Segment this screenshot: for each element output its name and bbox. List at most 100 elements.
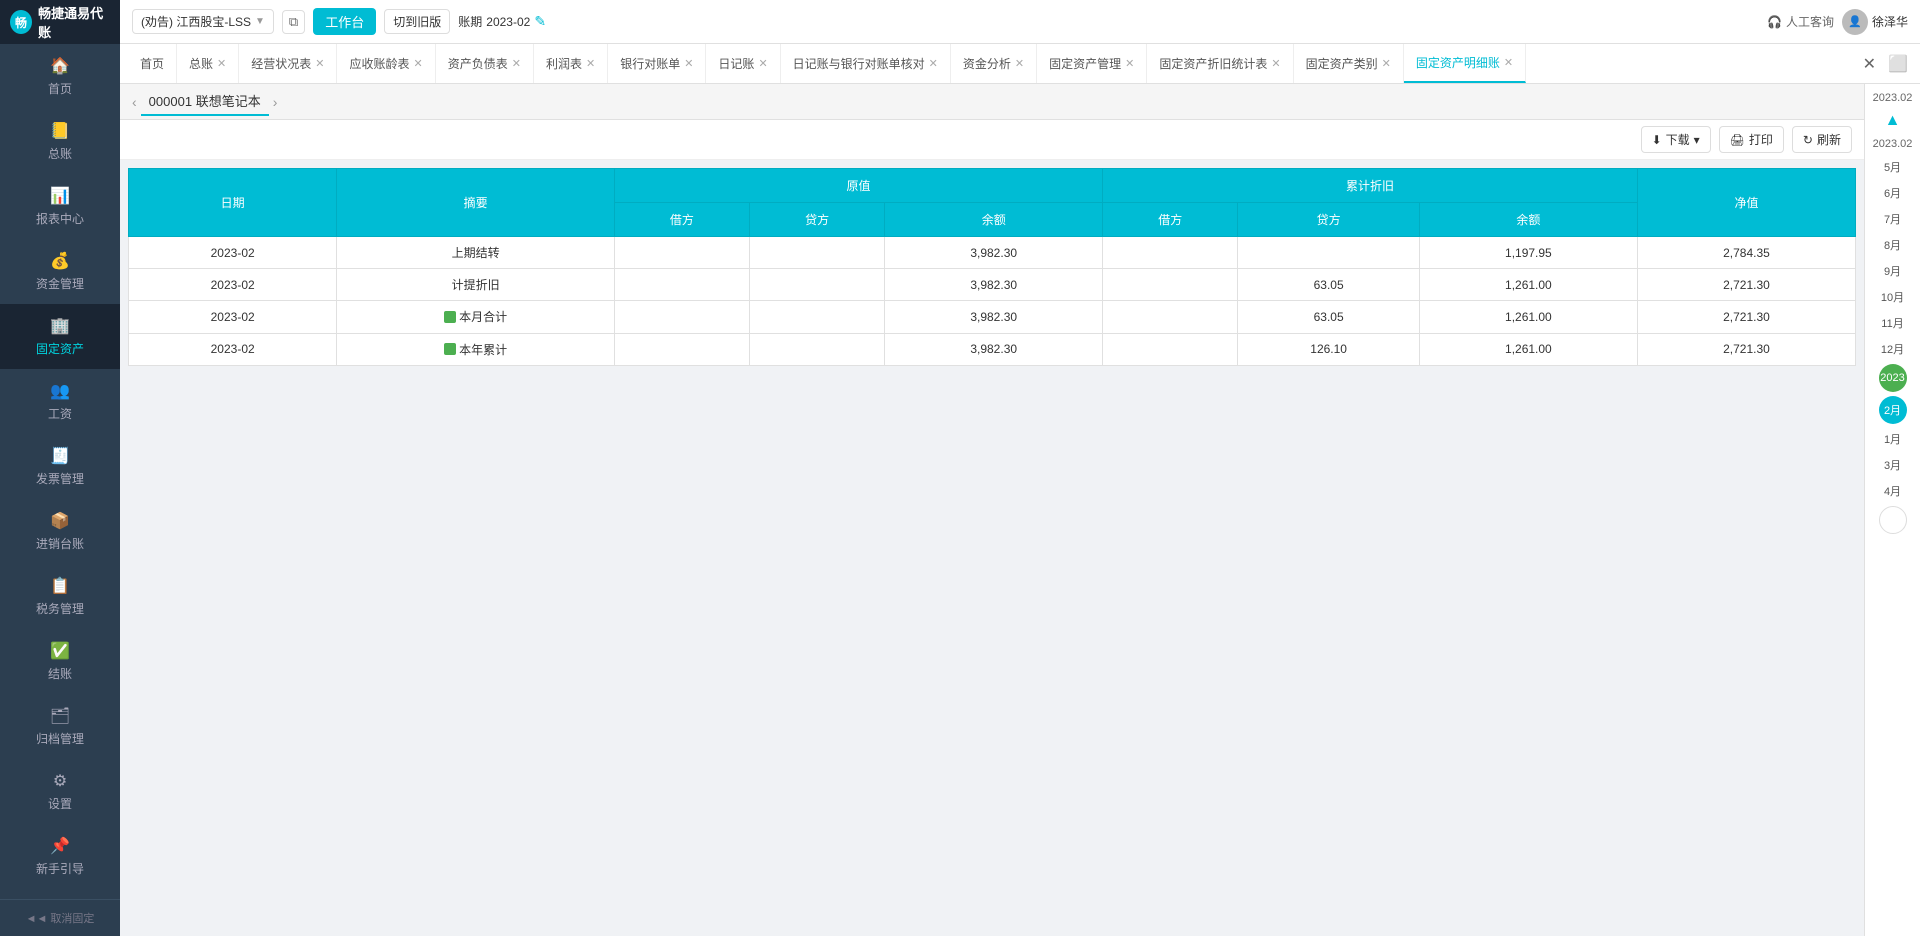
- cell-accum-credit: 63.05: [1238, 269, 1419, 301]
- company-selector[interactable]: (劝告) 江西股宝-LSS ▼: [132, 9, 274, 34]
- cell-orig-debit: [614, 301, 749, 334]
- sidebar-item-purchase-sale[interactable]: 📦 进销台账: [0, 499, 120, 564]
- ledger-icon: 📒: [50, 121, 70, 141]
- funds-icon: 💰: [50, 251, 70, 271]
- sidebar-item-reports[interactable]: 📊 报表中心: [0, 174, 120, 239]
- sidebar-label-fixed-assets: 固定资产: [36, 340, 84, 357]
- table-row[interactable]: 2023-02 计提折旧 3,982.30 63.05 1,261.00 2,7…: [129, 269, 1856, 301]
- timeline-month[interactable]: 11月: [1877, 310, 1908, 336]
- tab-bank-check-close[interactable]: ✕: [929, 57, 938, 70]
- tab-bank-statement-label: 银行对账单: [620, 55, 680, 72]
- tab-asset-detail[interactable]: 固定资产明细账 ✕: [1404, 44, 1526, 83]
- sidebar-item-ledger[interactable]: 📒 总账: [0, 109, 120, 174]
- timeline-active-month[interactable]: 2月: [1879, 396, 1907, 424]
- sidebar-unpin[interactable]: ◄◄ 取消固定: [0, 899, 120, 936]
- tab-depreciation-stats[interactable]: 固定资产折旧统计表 ✕: [1147, 44, 1293, 83]
- workspace-button[interactable]: 工作台: [313, 8, 376, 35]
- tab-receivable-close[interactable]: ✕: [414, 57, 423, 70]
- company-dropdown-icon: ▼: [255, 16, 265, 27]
- sidebar-label-payroll: 工资: [48, 405, 72, 422]
- download-button[interactable]: ⬇ 下载 ▾: [1641, 126, 1711, 153]
- sidebar-item-home[interactable]: 🏠 首页: [0, 44, 120, 109]
- tab-fixed-mgmt-close[interactable]: ✕: [1125, 57, 1134, 70]
- cell-net-value: 2,784.35: [1637, 237, 1855, 269]
- tab-bank-check[interactable]: 日记账与银行对账单核对 ✕: [781, 44, 951, 83]
- invoice-icon: 🧾: [50, 446, 70, 466]
- cell-orig-credit: [750, 237, 885, 269]
- timeline-month[interactable]: 5月: [1877, 154, 1908, 180]
- sidebar-label-settlement: 结账: [48, 665, 72, 682]
- cell-orig-debit: [614, 237, 749, 269]
- refresh-icon: ↻: [1803, 133, 1813, 147]
- timeline-month[interactable]: 7月: [1877, 206, 1908, 232]
- sidebar-item-payroll[interactable]: 👥 工资: [0, 369, 120, 434]
- tab-operations-close[interactable]: ✕: [315, 57, 324, 70]
- sidebar-item-fixed-assets[interactable]: 🏢 固定资产: [0, 304, 120, 369]
- tab-close-all[interactable]: ✕: [1859, 50, 1880, 78]
- support-button[interactable]: 🎧 人工客询: [1767, 13, 1834, 30]
- timeline-empty[interactable]: [1879, 506, 1907, 534]
- tab-profit[interactable]: 利润表 ✕: [534, 44, 608, 83]
- timeline-month[interactable]: 9月: [1877, 258, 1908, 284]
- subnav-asset-item[interactable]: 000001 联想笔记本: [141, 87, 269, 116]
- sidebar-item-funds[interactable]: 💰 资金管理: [0, 239, 120, 304]
- cell-accum-debit: [1103, 269, 1238, 301]
- table-row[interactable]: 2023-02 本月合计 3,982.30 63.05 1,261.00 2,7…: [129, 301, 1856, 334]
- cell-accum-balance: 1,261.00: [1419, 301, 1637, 334]
- tab-journal-label: 日记账: [718, 55, 754, 72]
- timeline-month[interactable]: 6月: [1877, 180, 1908, 206]
- subnav-forward-arrow[interactable]: ›: [273, 94, 278, 110]
- tab-asset-category-close[interactable]: ✕: [1382, 57, 1391, 70]
- tab-balance[interactable]: 资产负债表 ✕: [436, 44, 534, 83]
- sidebar-item-guide[interactable]: 📌 新手引导: [0, 824, 120, 889]
- tab-journal[interactable]: 日记账 ✕: [706, 44, 780, 83]
- sidebar-label-funds: 资金管理: [36, 275, 84, 292]
- tab-journal-close[interactable]: ✕: [758, 57, 767, 70]
- tab-receivable[interactable]: 应收账龄表 ✕: [337, 44, 435, 83]
- th-accum-credit: 贷方: [1238, 203, 1419, 237]
- timeline-month[interactable]: 12月: [1877, 336, 1908, 362]
- sidebar-item-settlement[interactable]: ✅ 结账: [0, 629, 120, 694]
- tag-cell: 本月合计: [444, 308, 507, 325]
- tab-home[interactable]: 首页: [128, 44, 177, 83]
- tab-asset-detail-close[interactable]: ✕: [1504, 56, 1513, 69]
- th-net-value: 净值: [1637, 169, 1855, 237]
- tab-operations[interactable]: 经营状况表 ✕: [239, 44, 337, 83]
- tab-maximize[interactable]: ⬜: [1884, 50, 1912, 78]
- old-version-button[interactable]: 切到旧版: [384, 9, 450, 34]
- timeline-month[interactable]: 4月: [1880, 478, 1905, 504]
- tab-ledger-close[interactable]: ✕: [217, 57, 226, 70]
- sidebar-item-settings[interactable]: ⚙ 设置: [0, 759, 120, 824]
- sidebar-item-archive[interactable]: 🗂 归档管理: [0, 694, 120, 759]
- tab-fund-analysis[interactable]: 资金分析 ✕: [951, 44, 1037, 83]
- user-menu[interactable]: 👤 徐泽华: [1842, 9, 1908, 35]
- subnav-back-arrow[interactable]: ‹: [132, 94, 137, 110]
- timeline-month[interactable]: 8月: [1877, 232, 1908, 258]
- timeline-month[interactable]: 10月: [1877, 284, 1908, 310]
- sidebar-item-invoice[interactable]: 🧾 发票管理: [0, 434, 120, 499]
- timeline-up-arrow[interactable]: ▲: [1881, 108, 1905, 134]
- print-button[interactable]: 🖨 打印: [1719, 126, 1784, 153]
- tab-profit-label: 利润表: [546, 55, 582, 72]
- table-row[interactable]: 2023-02 本年累计 3,982.30 126.10 1,261.00 2,…: [129, 333, 1856, 366]
- timeline-month[interactable]: 1月: [1880, 426, 1905, 452]
- tab-depreciation-stats-close[interactable]: ✕: [1271, 57, 1280, 70]
- tab-depreciation-stats-label: 固定资产折旧统计表: [1159, 55, 1267, 72]
- period-edit-icon[interactable]: ✎: [534, 13, 546, 30]
- tab-fund-analysis-close[interactable]: ✕: [1015, 57, 1024, 70]
- timeline-month[interactable]: 3月: [1880, 452, 1905, 478]
- tab-bank-statement-close[interactable]: ✕: [684, 57, 693, 70]
- table-row[interactable]: 2023-02 上期结转 3,982.30 1,197.95 2,784.35: [129, 237, 1856, 269]
- tab-balance-close[interactable]: ✕: [512, 57, 521, 70]
- tab-bank-statement[interactable]: 银行对账单 ✕: [608, 44, 706, 83]
- sidebar-item-membership[interactable]: V 畅会员: [0, 889, 120, 899]
- tab-fixed-mgmt[interactable]: 固定资产管理 ✕: [1037, 44, 1147, 83]
- sidebar-item-tax[interactable]: 📋 税务管理: [0, 564, 120, 629]
- tab-profit-close[interactable]: ✕: [586, 57, 595, 70]
- tag-cell: 本年累计: [444, 341, 507, 358]
- timeline-year-badge[interactable]: 2023: [1879, 364, 1907, 392]
- tab-ledger[interactable]: 总账 ✕: [177, 44, 239, 83]
- copy-button[interactable]: ⧉: [282, 10, 305, 34]
- refresh-button[interactable]: ↻ 刷新: [1792, 126, 1852, 153]
- tab-asset-category[interactable]: 固定资产类别 ✕: [1294, 44, 1404, 83]
